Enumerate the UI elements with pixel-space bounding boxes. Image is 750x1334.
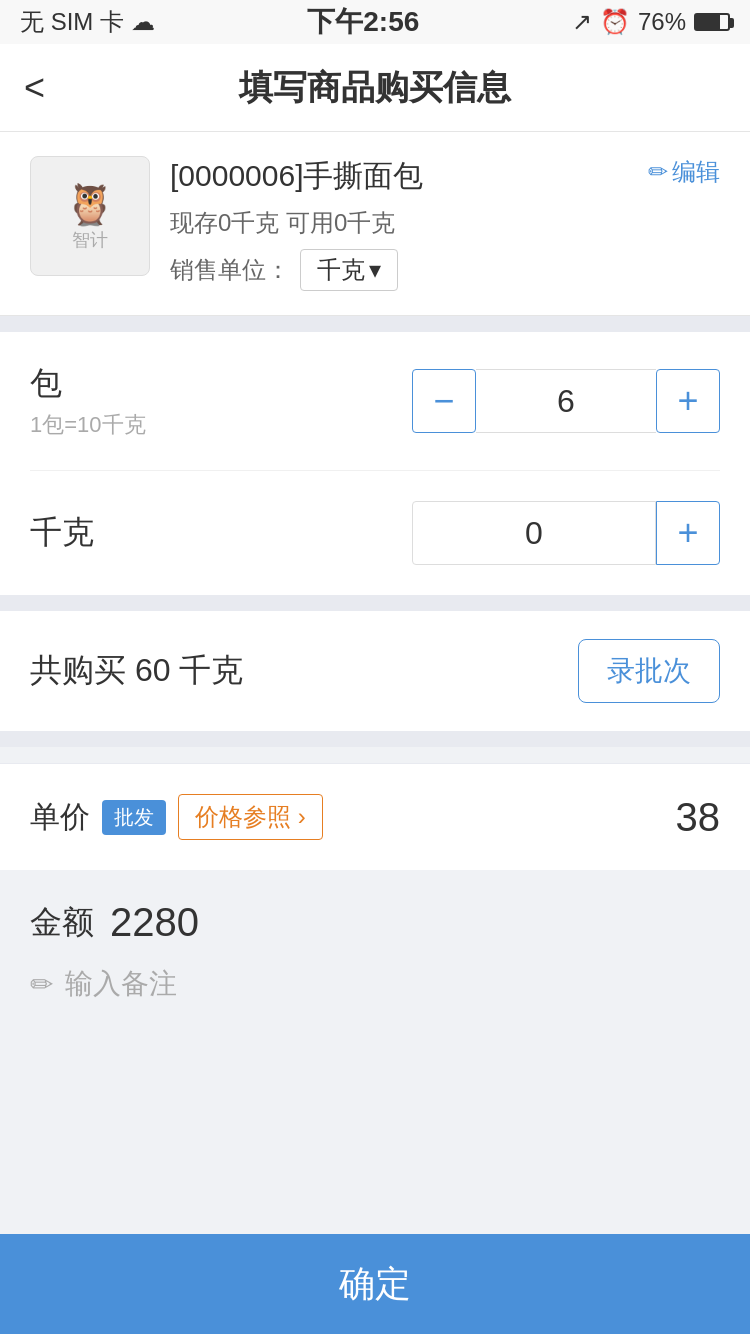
product-image: 🦉 智计 xyxy=(30,156,150,276)
summary-section: 共购买 60 千克 录批次 xyxy=(0,611,750,731)
summary-text: 共购买 60 千克 xyxy=(30,649,243,693)
confirm-button-label: 确定 xyxy=(339,1260,411,1309)
amount-section: 金额 2280 ✏ 输入备注 xyxy=(0,870,750,1033)
separator-3 xyxy=(0,731,750,747)
product-image-icon: 🦉 xyxy=(65,181,115,228)
product-name: [0000006]手撕面包 xyxy=(170,156,423,197)
status-bar-left: 无 SIM 卡 ☁ xyxy=(20,6,155,38)
product-stock: 现存0千克 可用0千克 xyxy=(170,207,720,239)
kg-label: 千克 xyxy=(30,511,94,555)
edit-icon: ✏ xyxy=(648,158,668,186)
product-card: 🦉 智计 [0000006]手撕面包 ✏ 编辑 现存0千克 可用0千克 销售单位… xyxy=(0,132,750,316)
status-bar-right: ↗ ⏰ 76% xyxy=(572,8,730,36)
edit-label: 编辑 xyxy=(672,156,720,188)
confirm-bar[interactable]: 确定 xyxy=(0,1234,750,1334)
bag-increment-button[interactable]: + xyxy=(656,369,720,433)
bag-quantity-input[interactable] xyxy=(476,369,656,433)
bag-decrement-button[interactable]: − xyxy=(412,369,476,433)
note-label: 输入备注 xyxy=(65,965,177,1003)
amount-label: 金额 xyxy=(30,901,94,945)
bag-label: 包 1包=10千克 xyxy=(30,362,146,440)
unit-label: 销售单位： xyxy=(170,254,290,286)
pifa-badge: 批发 xyxy=(102,800,166,835)
kg-quantity-row: 千克 + xyxy=(30,471,720,595)
battery-icon xyxy=(694,13,730,31)
amount-value: 2280 xyxy=(110,900,199,945)
record-batch-button[interactable]: 录批次 xyxy=(578,639,720,703)
summary-row: 共购买 60 千克 录批次 xyxy=(30,611,720,731)
location-icon: ↗ xyxy=(572,8,592,36)
status-bar: 无 SIM 卡 ☁ 下午2:56 ↗ ⏰ 76% xyxy=(0,0,750,44)
amount-row: 金额 2280 xyxy=(30,900,720,945)
product-image-subtext: 智计 xyxy=(72,228,108,252)
bag-sublabel: 1包=10千克 xyxy=(30,410,146,440)
price-reference-button[interactable]: 价格参照 › xyxy=(178,794,323,840)
battery-label: 76% xyxy=(638,8,686,36)
no-sim-label: 无 SIM 卡 ☁ xyxy=(20,6,155,38)
separator-1 xyxy=(0,316,750,332)
bag-quantity-section: 包 1包=10千克 − + 千克 + xyxy=(0,332,750,595)
unit-value: 千克 xyxy=(317,254,365,286)
nav-bar: < 填写商品购买信息 xyxy=(0,44,750,132)
unit-dropdown[interactable]: 千克 ▾ xyxy=(300,249,398,291)
price-label: 单价 xyxy=(30,797,90,838)
back-button[interactable]: < xyxy=(24,67,45,109)
page-title: 填写商品购买信息 xyxy=(239,65,511,111)
pencil-icon: ✏ xyxy=(30,968,53,1001)
price-left: 单价 批发 价格参照 › xyxy=(30,794,323,840)
bag-quantity-row: 包 1包=10千克 − + xyxy=(30,332,720,471)
kg-increment-button[interactable]: + xyxy=(656,501,720,565)
note-row[interactable]: ✏ 输入备注 xyxy=(30,965,720,1003)
edit-button[interactable]: ✏ 编辑 xyxy=(648,156,720,188)
product-info: [0000006]手撕面包 ✏ 编辑 现存0千克 可用0千克 销售单位： 千克 … xyxy=(170,156,720,291)
status-bar-time: 下午2:56 xyxy=(307,3,419,41)
price-row: 单价 批发 价格参照 › 38 xyxy=(30,794,720,840)
bag-stepper: − + xyxy=(412,369,720,433)
chevron-down-icon: ▾ xyxy=(369,256,381,284)
separator-2 xyxy=(0,595,750,611)
kg-quantity-input[interactable] xyxy=(412,501,656,565)
price-value: 38 xyxy=(676,795,721,840)
kg-input-group: + xyxy=(412,501,720,565)
price-section: 单价 批发 价格参照 › 38 xyxy=(0,763,750,870)
alarm-icon: ⏰ xyxy=(600,8,630,36)
